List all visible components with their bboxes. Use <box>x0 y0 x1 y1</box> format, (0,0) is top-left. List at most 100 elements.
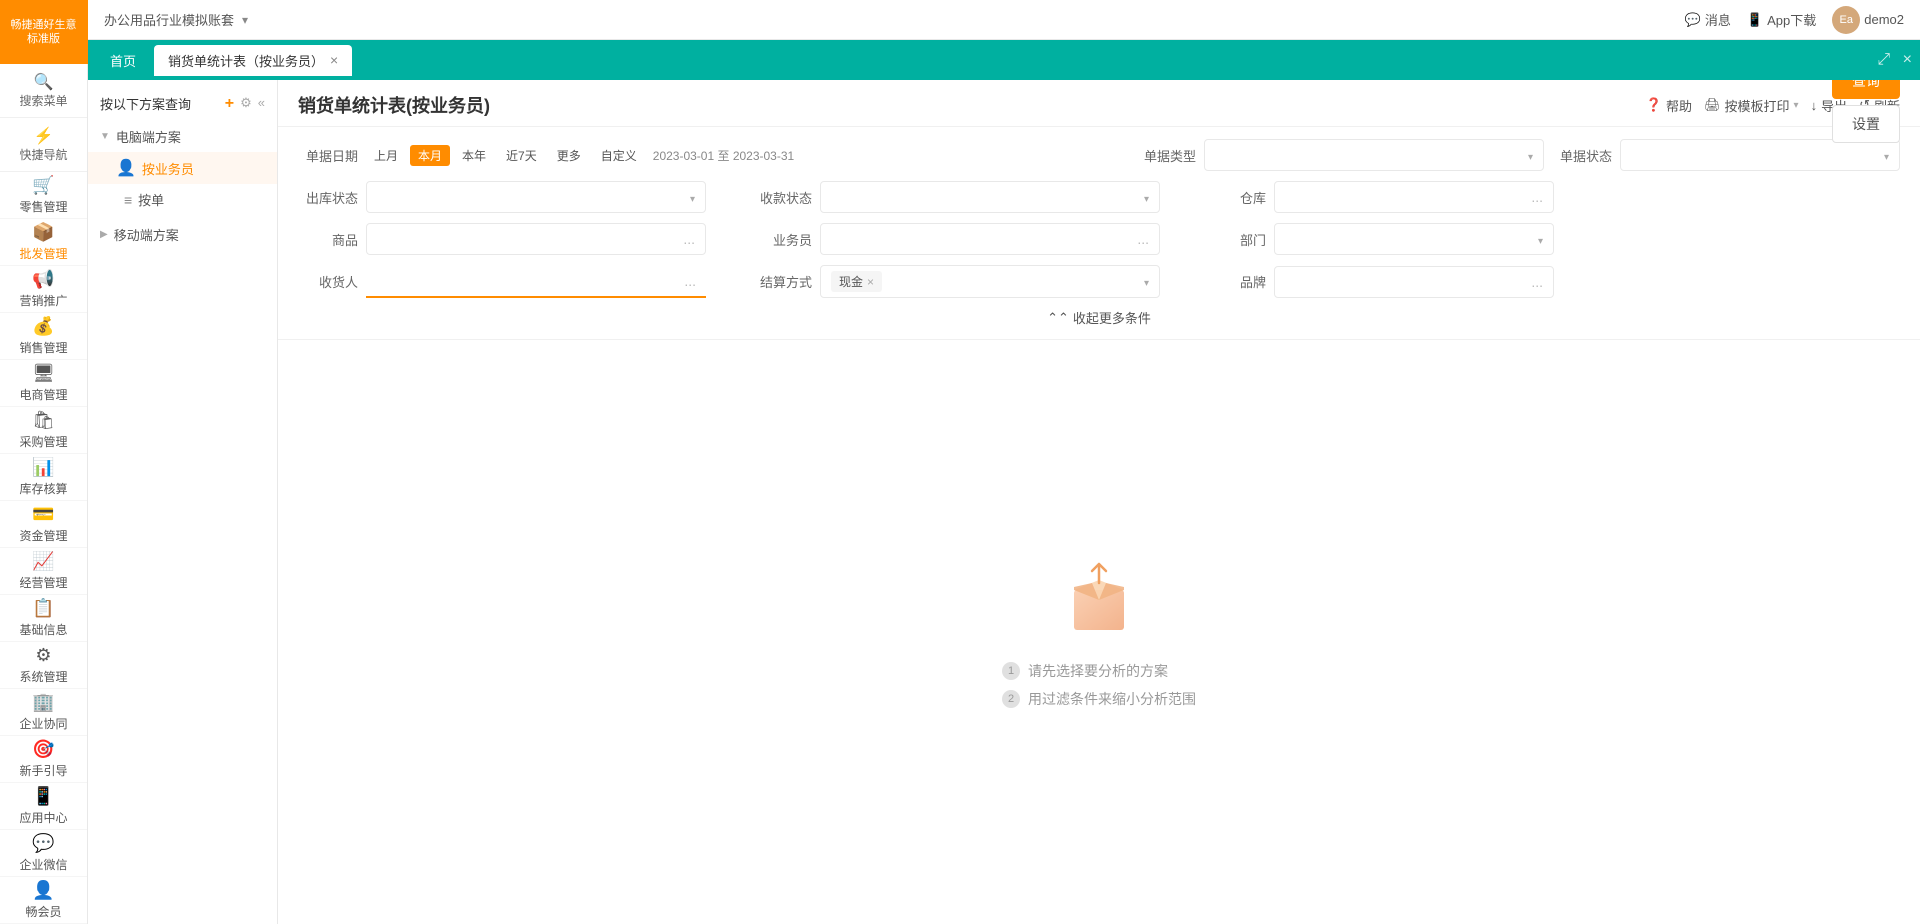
collect-status-select[interactable] <box>820 181 1160 213</box>
collapse-up-icon: ⌃⌃ <box>1047 310 1069 326</box>
order-scheme-item[interactable]: ≡ 按单 <box>88 184 277 215</box>
sidebar-item-sales[interactable]: 💰 销售管理 <box>0 313 87 360</box>
date-range-text: 2023-03-01 至 2023-03-31 <box>653 147 794 164</box>
tab-home[interactable]: 首页 <box>96 45 150 76</box>
collect-status-label: 收款状态 <box>752 188 812 207</box>
date-btn-this-year[interactable]: 本年 <box>454 145 494 166</box>
salesperson-select[interactable]: ... <box>820 223 1160 255</box>
receiver-input[interactable]: ... <box>366 266 706 298</box>
doc-type-select[interactable] <box>1204 139 1544 171</box>
sidebar-item-marketing[interactable]: 📢 营销推广 <box>0 266 87 313</box>
retail-icon: 🛒 <box>32 175 54 196</box>
sidebar-item-ecommerce[interactable]: 🖥 电商管理 <box>0 360 87 407</box>
date-btn-last-month[interactable]: 上月 <box>366 145 406 166</box>
goods-label: 商品 <box>298 230 358 249</box>
sidebar-item-basic[interactable]: 📋 基础信息 <box>0 595 87 642</box>
settle-tag-close[interactable]: × <box>867 275 874 289</box>
page-title: 销货单统计表(按业务员) <box>298 92 490 118</box>
topbar-right: 💬 消息 📱 App下载 Ea demo2 <box>1685 6 1904 34</box>
salesperson-dots: ... <box>1137 231 1149 247</box>
sidebar-quick-nav[interactable]: ⚡ 快捷导航 <box>0 118 87 172</box>
tab-close-button[interactable]: × <box>330 52 338 68</box>
wechat-icon: 💬 <box>32 833 54 854</box>
empty-tip-2: 2 用过滤条件来缩小分析范围 <box>1002 689 1196 709</box>
sidebar-item-finance[interactable]: 💳 资金管理 <box>0 501 87 548</box>
tab-salesperson-stats[interactable]: 销货单统计表（按业务员） × <box>154 45 352 76</box>
goods-select[interactable]: ... <box>366 223 706 255</box>
page-header: 销货单统计表(按业务员) ❓ 帮助 🖨 按模板打印 ▾ ↓ 导出 <box>278 80 1920 127</box>
sidebar-search[interactable]: 🔍 搜索菜单 <box>0 64 87 118</box>
mobile-scheme-group[interactable]: ▶ 移动端方案 <box>88 219 277 250</box>
sidebar-item-corp[interactable]: 🏢 企业协同 <box>0 689 87 736</box>
sidebar-item-inventory[interactable]: 📊 库存核算 <box>0 454 87 501</box>
collect-status-dropdown-icon <box>1144 190 1149 205</box>
salesperson-scheme-item[interactable]: 👤 按业务员 <box>88 152 277 184</box>
brand-label: 品牌 <box>1206 272 1266 291</box>
sidebar-item-member[interactable]: 👤 畅会员 <box>0 877 87 924</box>
app-icon: 📱 <box>1747 12 1763 28</box>
help-icon: ❓ <box>1646 97 1662 113</box>
date-btn-7days[interactable]: 近7天 <box>498 145 545 166</box>
expand-icon: ▼ <box>100 131 110 142</box>
date-btn-more[interactable]: 更多 <box>549 145 589 166</box>
doc-type-label: 单据类型 <box>1136 146 1196 165</box>
brand-dots: ... <box>1531 274 1543 290</box>
app-download-button[interactable]: 📱 App下载 <box>1747 10 1816 29</box>
brand-select[interactable]: ... <box>1274 266 1554 298</box>
purchase-icon: 🛍 <box>32 410 55 431</box>
out-status-select[interactable] <box>366 181 706 213</box>
pc-scheme-section: ▼ 电脑端方案 👤 按业务员 ≡ 按单 <box>88 119 277 217</box>
sidebar-item-purchase[interactable]: 🛍 采购管理 <box>0 407 87 454</box>
receiver-dots: ... <box>684 273 696 289</box>
sidebar-item-operation[interactable]: 📈 经营管理 <box>0 548 87 595</box>
settle-label: 结算方式 <box>752 272 812 291</box>
inventory-icon: 📊 <box>32 457 54 478</box>
collapse-panel-button[interactable]: « <box>258 95 265 113</box>
warehouse-dots: ... <box>1531 189 1543 205</box>
main-content: 1 请先选择要分析的方案 2 用过滤条件来缩小分析范围 <box>278 340 1920 924</box>
doc-type-dropdown-icon <box>1528 148 1533 163</box>
sidebar-item-wechat[interactable]: 💬 企业微信 <box>0 830 87 877</box>
mobile-expand-icon: ▶ <box>100 229 108 240</box>
user-menu[interactable]: Ea demo2 <box>1832 6 1904 34</box>
warehouse-select[interactable]: ... <box>1274 181 1554 213</box>
print-dropdown-icon[interactable]: ▾ <box>1794 100 1799 111</box>
setting-button[interactable]: 设置 <box>1832 105 1900 143</box>
empty-icon <box>1054 555 1144 645</box>
receiver-label: 收货人 <box>298 272 358 291</box>
help-button[interactable]: ❓ 帮助 <box>1646 96 1692 115</box>
export-icon: ↓ <box>1811 98 1818 113</box>
logo-subtext: 标准版 <box>27 32 60 46</box>
sidebar-item-system[interactable]: ⚙ 系统管理 <box>0 642 87 689</box>
message-icon: 💬 <box>1685 12 1701 28</box>
mobile-scheme-section: ▶ 移动端方案 <box>88 217 277 252</box>
right-content: 销货单统计表(按业务员) ❓ 帮助 🖨 按模板打印 ▾ ↓ 导出 <box>278 80 1920 924</box>
left-panel-actions: + ⚙ « <box>225 95 265 113</box>
filter-area: 单据日期 上月 本月 本年 近7天 更多 自定义 2023-03-01 至 20… <box>278 127 1920 340</box>
tab-expand-button[interactable]: ⤢ × <box>1869 51 1912 69</box>
sidebar-item-retail[interactable]: 🛒 零售管理 <box>0 172 87 219</box>
sidebar-item-newcomer[interactable]: 🎯 新手引导 <box>0 736 87 783</box>
print-button[interactable]: 🖨 按模板打印 ▾ <box>1704 96 1799 115</box>
doc-status-label: 单据状态 <box>1552 146 1612 165</box>
left-panel-header: 按以下方案查询 + ⚙ « <box>88 88 277 119</box>
main-area: 办公用品行业模拟账套 ▾ 💬 消息 📱 App下载 Ea demo2 首页 销货… <box>88 0 1920 924</box>
wholesale-icon: 📦 <box>32 222 54 243</box>
sales-icon: 💰 <box>32 316 54 337</box>
query-button[interactable]: 查询 <box>1832 80 1900 99</box>
date-btn-this-month[interactable]: 本月 <box>410 145 450 166</box>
sidebar-item-wholesale[interactable]: 📦 批发管理 <box>0 219 87 266</box>
date-btn-custom[interactable]: 自定义 <box>593 145 645 166</box>
corp-icon: 🏢 <box>32 692 54 713</box>
settle-select[interactable]: 现金 × <box>820 265 1160 298</box>
add-scheme-button[interactable]: + <box>225 95 234 113</box>
message-button[interactable]: 💬 消息 <box>1685 10 1731 29</box>
dept-select[interactable] <box>1274 223 1554 255</box>
settings-scheme-button[interactable]: ⚙ <box>240 95 252 113</box>
sidebar-item-apps[interactable]: 📱 应用中心 <box>0 783 87 830</box>
pc-scheme-group[interactable]: ▼ 电脑端方案 <box>88 121 277 152</box>
empty-illustration: 1 请先选择要分析的方案 2 用过滤条件来缩小分析范围 <box>1002 555 1196 709</box>
doc-status-select[interactable] <box>1620 139 1900 171</box>
collapse-button[interactable]: ⌃⌃ 收起更多条件 <box>1047 308 1151 327</box>
account-dropdown-icon[interactable]: ▾ <box>242 13 248 27</box>
